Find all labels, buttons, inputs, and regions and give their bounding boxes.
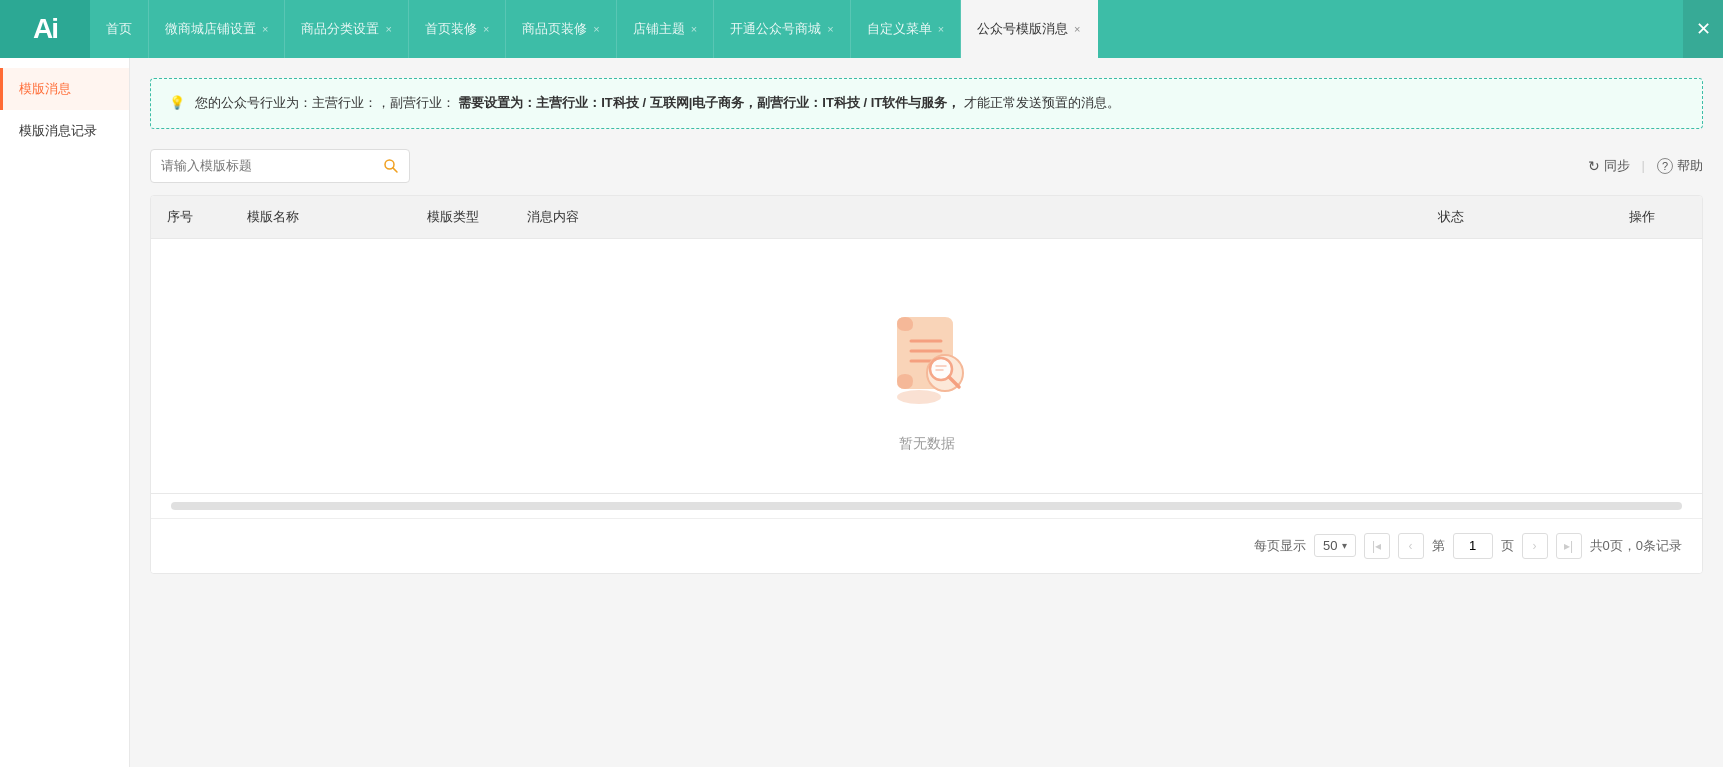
table-header: 序号 模版名称 模版类型 消息内容 状态 操作 bbox=[151, 196, 1702, 239]
page-size-label: 每页显示 bbox=[1254, 537, 1306, 555]
notice-icon: 💡 bbox=[169, 95, 185, 110]
nav-tab-category-settings[interactable]: 商品分类设置 × bbox=[285, 0, 408, 58]
search-input-wrap[interactable] bbox=[150, 149, 410, 183]
sync-button[interactable]: ↻ 同步 bbox=[1588, 157, 1630, 175]
top-nav: Ai 首页 微商城店铺设置 × 商品分类设置 × 首页装修 × 商品页装修 × … bbox=[0, 0, 1723, 58]
last-page-icon: ▸| bbox=[1564, 539, 1573, 553]
nav-tab-product-decor[interactable]: 商品页装修 × bbox=[506, 0, 616, 58]
pagination-row: 每页显示 50 ▾ |◂ ‹ 第 页 › bbox=[151, 518, 1702, 573]
close-tab-template-msg[interactable]: × bbox=[1074, 23, 1080, 35]
empty-illustration bbox=[867, 299, 987, 419]
svg-point-2 bbox=[897, 390, 941, 404]
th-content: 消息内容 bbox=[511, 196, 1422, 238]
prev-page-icon: ‹ bbox=[1409, 539, 1413, 553]
close-tab-product-decor[interactable]: × bbox=[593, 23, 599, 35]
notice-highlight: 需要设置为：主营行业：IT科技 / 互联网|电子商务，副营行业：IT科技 / I… bbox=[458, 95, 960, 110]
close-tab-home-decor[interactable]: × bbox=[483, 23, 489, 35]
close-tab-shop-theme[interactable]: × bbox=[691, 23, 697, 35]
close-tab-shop-settings[interactable]: × bbox=[262, 23, 268, 35]
close-tab-custom-menu[interactable]: × bbox=[938, 23, 944, 35]
chevron-down-icon: ▾ bbox=[1342, 540, 1347, 551]
th-action: 操作 bbox=[1582, 196, 1702, 238]
close-tab-category-settings[interactable]: × bbox=[385, 23, 391, 35]
nav-tab-home[interactable]: 首页 bbox=[90, 0, 149, 58]
data-table: 序号 模版名称 模版类型 消息内容 状态 操作 bbox=[150, 195, 1703, 574]
nav-tab-open-mall[interactable]: 开通公众号商城 × bbox=[714, 0, 850, 58]
th-type: 模版类型 bbox=[411, 196, 511, 238]
page-size-select[interactable]: 50 ▾ bbox=[1314, 534, 1355, 557]
nav-tab-custom-menu[interactable]: 自定义菜单 × bbox=[851, 0, 961, 58]
sync-icon: ↻ bbox=[1588, 158, 1600, 174]
divider: | bbox=[1642, 158, 1645, 173]
page-input[interactable] bbox=[1453, 533, 1493, 559]
nav-tab-home-decor[interactable]: 首页装修 × bbox=[409, 0, 506, 58]
page-label-post: 页 bbox=[1501, 537, 1514, 555]
nav-tabs: 首页 微商城店铺设置 × 商品分类设置 × 首页装修 × 商品页装修 × 店铺主… bbox=[90, 0, 1683, 58]
first-page-icon: |◂ bbox=[1372, 539, 1381, 553]
help-icon: ? bbox=[1657, 158, 1673, 174]
toolbar-right: ↻ 同步 | ? 帮助 bbox=[1588, 157, 1703, 175]
nav-tab-shop-settings[interactable]: 微商城店铺设置 × bbox=[149, 0, 285, 58]
content-area: 💡 您的公众号行业为：主营行业：，副营行业： 需要设置为：主营行业：IT科技 /… bbox=[130, 58, 1723, 767]
next-page-icon: › bbox=[1533, 539, 1537, 553]
th-name: 模版名称 bbox=[231, 196, 411, 238]
close-tab-open-mall[interactable]: × bbox=[827, 23, 833, 35]
th-status: 状态 bbox=[1422, 196, 1582, 238]
notice-box: 💡 您的公众号行业为：主营行业：，副营行业： 需要设置为：主营行业：IT科技 /… bbox=[150, 78, 1703, 129]
th-seq: 序号 bbox=[151, 196, 231, 238]
search-button[interactable] bbox=[383, 158, 399, 174]
scrollbar-row[interactable] bbox=[151, 493, 1702, 518]
close-all-button[interactable]: ✕ bbox=[1683, 0, 1723, 58]
nav-tab-template-msg[interactable]: 公众号模版消息 × bbox=[961, 0, 1097, 58]
next-page-button[interactable]: › bbox=[1522, 533, 1548, 559]
horizontal-scrollbar[interactable] bbox=[171, 502, 1682, 510]
sidebar: 模版消息 模版消息记录 bbox=[0, 58, 130, 767]
app-logo: Ai bbox=[0, 0, 90, 58]
sidebar-item-template-msg[interactable]: 模版消息 bbox=[0, 68, 129, 110]
last-page-button[interactable]: ▸| bbox=[1556, 533, 1582, 559]
total-label: 共0页，0条记录 bbox=[1590, 537, 1682, 555]
search-input[interactable] bbox=[161, 158, 383, 173]
empty-text: 暂无数据 bbox=[899, 435, 955, 453]
svg-line-1 bbox=[393, 168, 397, 172]
page-label-pre: 第 bbox=[1432, 537, 1445, 555]
help-button[interactable]: ? 帮助 bbox=[1657, 157, 1703, 175]
nav-tab-shop-theme[interactable]: 店铺主题 × bbox=[617, 0, 714, 58]
prev-page-button[interactable]: ‹ bbox=[1398, 533, 1424, 559]
search-row: ↻ 同步 | ? 帮助 bbox=[150, 149, 1703, 183]
sidebar-item-template-record[interactable]: 模版消息记录 bbox=[0, 110, 129, 152]
first-page-button[interactable]: |◂ bbox=[1364, 533, 1390, 559]
empty-state: 暂无数据 bbox=[151, 239, 1702, 493]
main-layout: 模版消息 模版消息记录 💡 您的公众号行业为：主营行业：，副营行业： 需要设置为… bbox=[0, 58, 1723, 767]
